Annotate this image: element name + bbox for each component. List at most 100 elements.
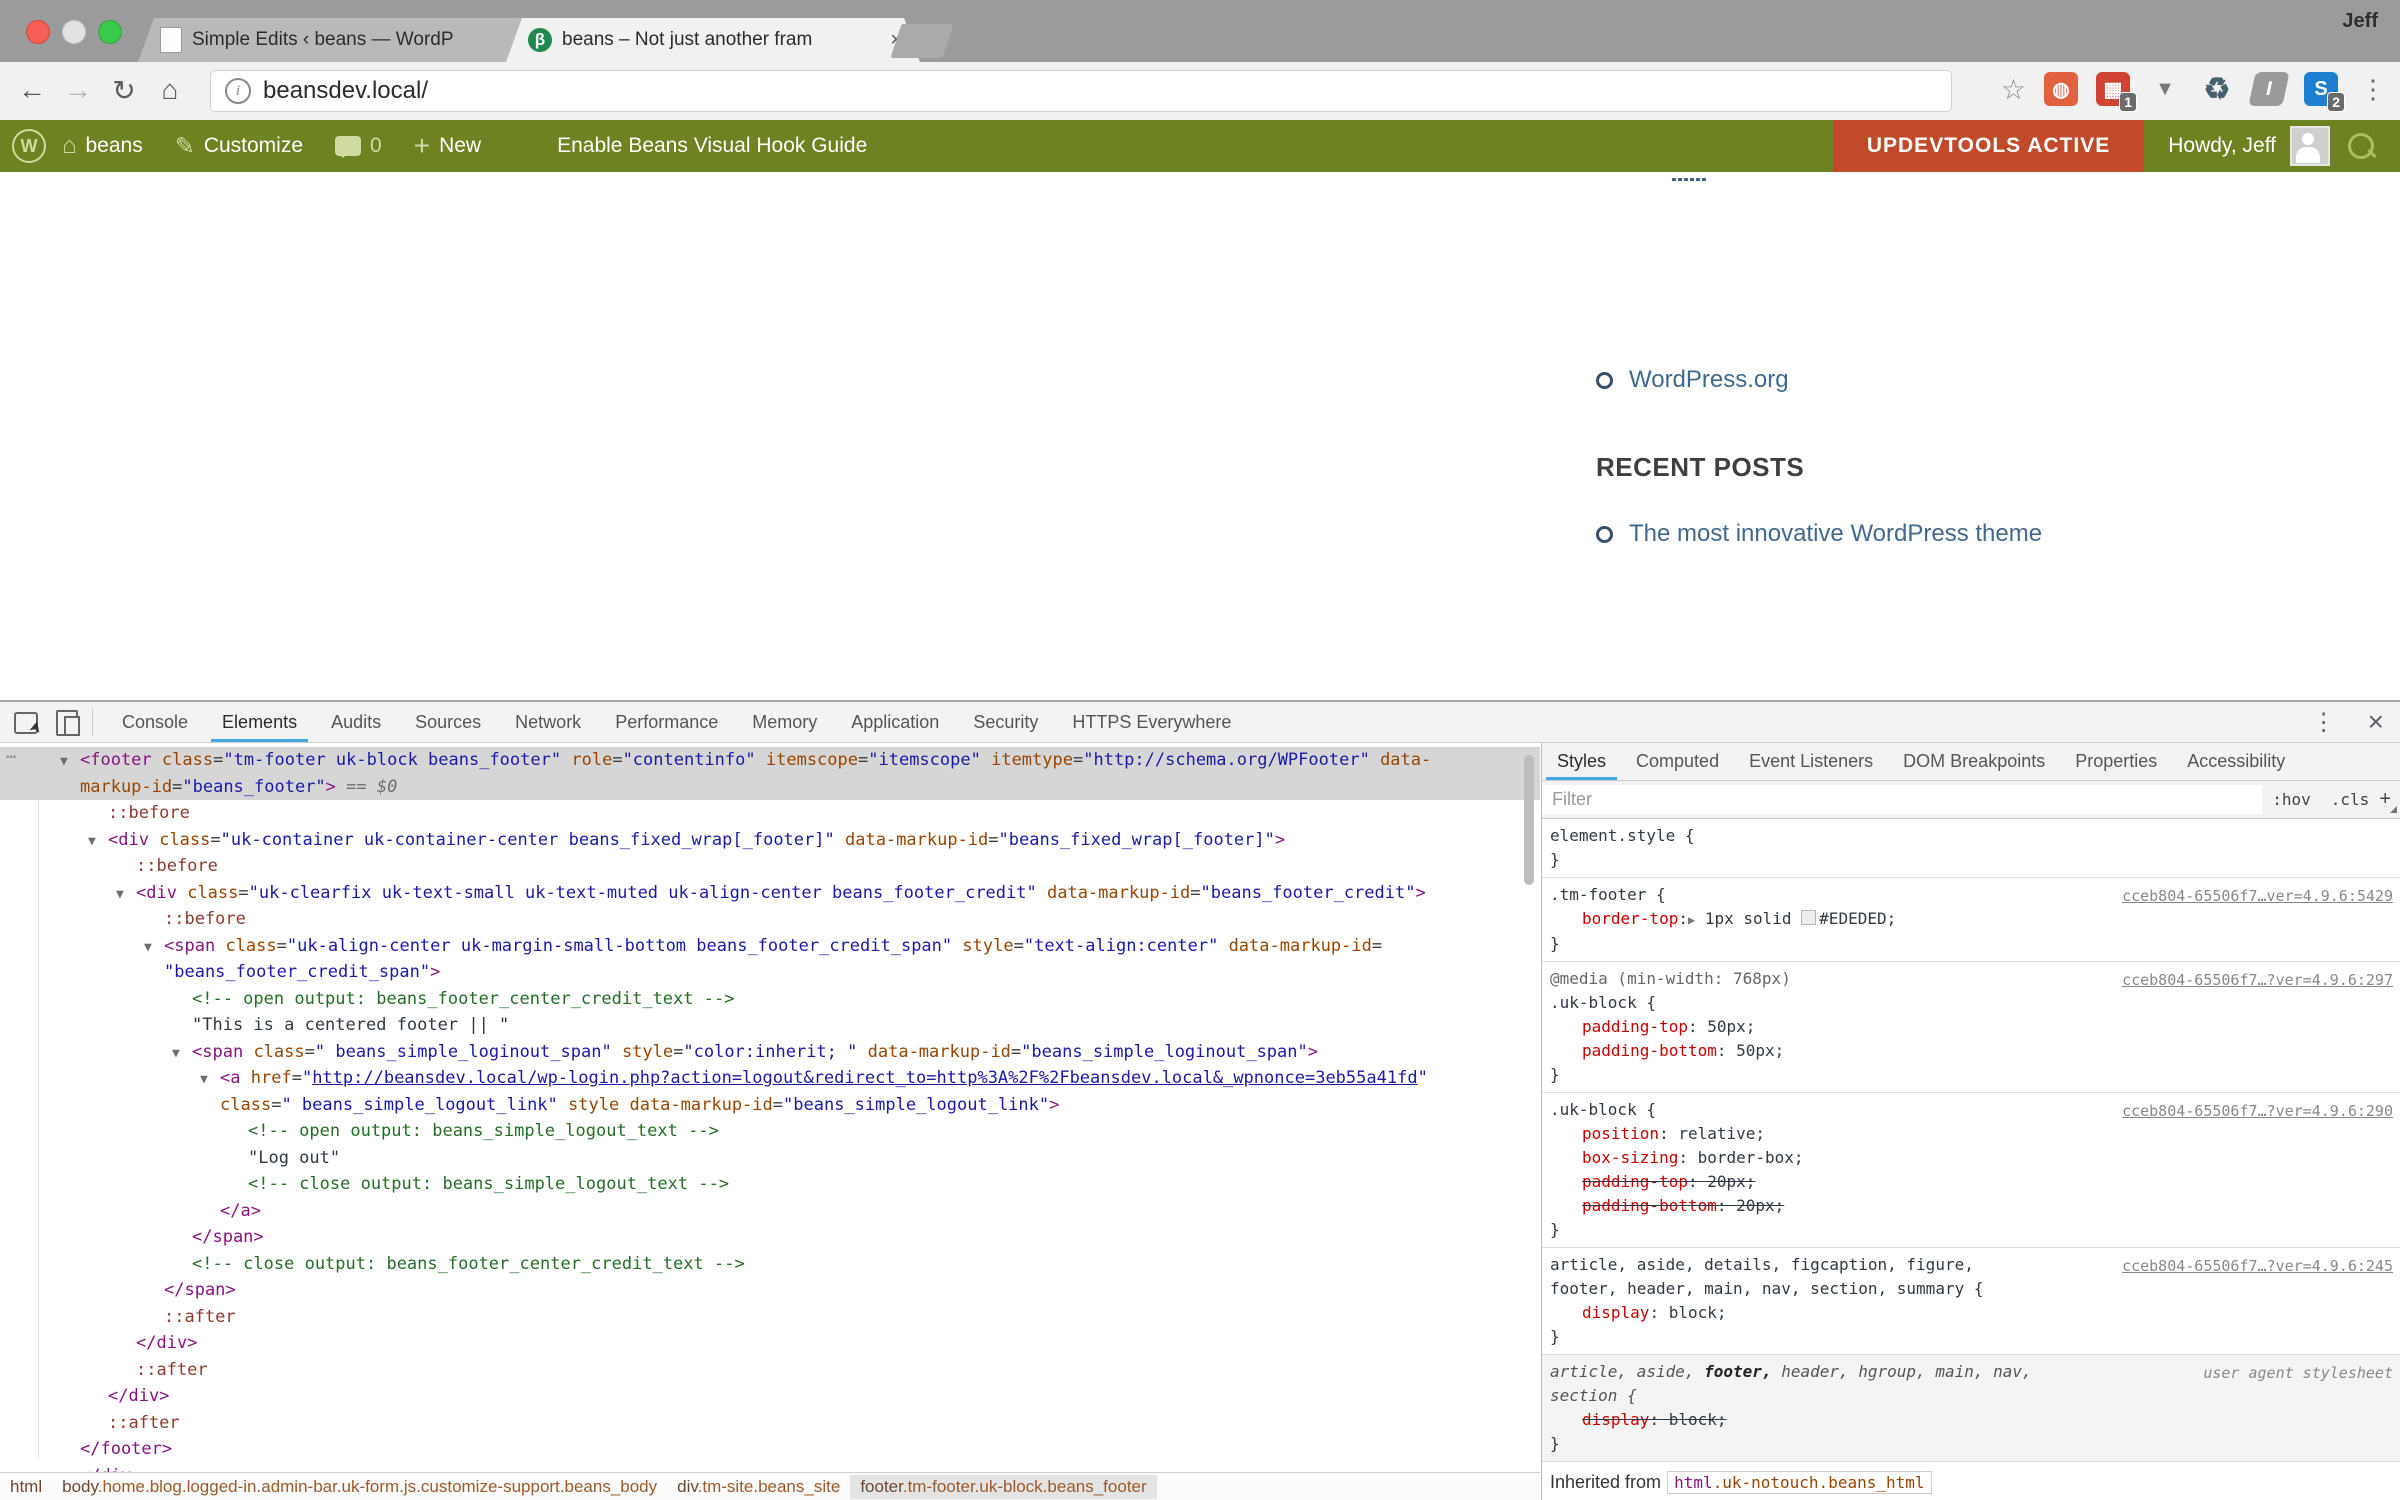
url-text[interactable]: beansdev.local/ — [263, 77, 428, 105]
devtools-tab-network[interactable]: Network — [498, 702, 598, 742]
css-declaration[interactable]: padding-bottom: 50px; — [1550, 1039, 2393, 1063]
address-bar[interactable]: i beansdev.local/ — [210, 70, 1952, 112]
elements-tree-row[interactable]: </div> — [0, 1330, 1540, 1357]
gutter-ellipsis[interactable]: … — [6, 743, 16, 763]
elements-tree-row[interactable]: <!-- close output: beans_footer_center_c… — [0, 1251, 1540, 1278]
devtools-tab-sources[interactable]: Sources — [398, 702, 498, 742]
breadcrumb-item-html[interactable]: html — [0, 1475, 52, 1499]
sidebar-tab-event-listeners[interactable]: Event Listeners — [1734, 743, 1888, 780]
elements-tree-row[interactable]: ::before — [0, 800, 1540, 827]
site-info-icon[interactable]: i — [225, 78, 251, 104]
elements-tree-row[interactable]: "beans_footer_credit_span"> — [0, 959, 1540, 986]
chrome-menu-icon[interactable]: ⋮ — [2360, 74, 2386, 105]
toggle-class-button[interactable]: .cls — [2331, 790, 2370, 809]
elements-tree-row[interactable]: ::before — [0, 906, 1540, 933]
elements-tree-row[interactable]: ::after — [0, 1357, 1540, 1384]
elements-tree-row[interactable]: ::before — [0, 853, 1540, 880]
css-declaration[interactable]: display: block; — [1550, 1408, 2393, 1432]
admin-bar-comments[interactable]: 0 — [335, 134, 382, 158]
css-rule[interactable]: cceb804-65506f7…ver=4.9.6:5429 .tm-footer… — [1542, 878, 2400, 962]
sidebar-tab-dom-breakpoints[interactable]: DOM Breakpoints — [1888, 743, 2060, 780]
elements-tree-row[interactable]: ▼ <div class="uk-container uk-container-c… — [0, 827, 1540, 854]
new-tab-button[interactable] — [890, 24, 954, 58]
new-style-rule-button[interactable]: + — [2379, 788, 2397, 813]
stylesheet-source-link[interactable]: cceb804-65506f7…?ver=4.9.6:290 — [2122, 1099, 2393, 1123]
stylesheet-source-link[interactable]: cceb804-65506f7…?ver=4.9.6:297 — [2122, 968, 2393, 992]
extension-icon-recycle[interactable]: ♻ — [2200, 72, 2234, 106]
css-declaration[interactable]: position: relative; — [1550, 1122, 2393, 1146]
elements-tree-row[interactable]: ▼ <a href="http://beansdev.local/wp-login… — [0, 1065, 1540, 1092]
search-icon[interactable] — [2348, 133, 2374, 159]
sidebar-tab-properties[interactable]: Properties — [2060, 743, 2172, 780]
elements-tree-row[interactable]: markup-id="beans_footer"> == $0 — [0, 773, 1540, 800]
extension-icon-funnel[interactable]: ▼ — [2148, 72, 2182, 106]
admin-bar-howdy[interactable]: Howdy, Jeff — [2168, 134, 2276, 158]
recent-post-link[interactable]: The most innovative WordPress theme — [1629, 520, 2042, 548]
elements-tree-row[interactable]: </div — [0, 1463, 1540, 1473]
admin-bar-new[interactable]: + New — [414, 130, 481, 162]
sidebar-tab-accessibility[interactable]: Accessibility — [2172, 743, 2300, 780]
forward-icon[interactable]: → — [60, 74, 96, 106]
css-rule[interactable]: cceb804-65506f7…?ver=4.9.6:245 article, a… — [1542, 1248, 2400, 1355]
stylesheet-source-link[interactable]: cceb804-65506f7…?ver=4.9.6:245 — [2122, 1254, 2393, 1278]
css-declaration[interactable]: border-top:▶ 1px solid #EDEDED; — [1550, 907, 2393, 932]
devtools-tab-audits[interactable]: Audits — [314, 702, 398, 742]
elements-tree-row[interactable]: </a> — [0, 1198, 1540, 1225]
elements-tree-row[interactable]: "Log out" — [0, 1145, 1540, 1172]
admin-bar-customize[interactable]: ✎ Customize — [175, 132, 303, 161]
elements-tree-row[interactable]: <!-- close output: beans_simple_logout_t… — [0, 1171, 1540, 1198]
extension-icon-1[interactable]: ◍ — [2044, 72, 2078, 106]
elements-tree-row[interactable]: ::after — [0, 1410, 1540, 1437]
extension-icon-2[interactable]: ▦ 1 — [2096, 72, 2137, 112]
breadcrumb-item-div[interactable]: div.tm-site.beans_site — [667, 1475, 850, 1499]
elements-tree-row[interactable]: ▼ <footer class="tm-footer uk-block beans… — [0, 747, 1540, 774]
color-swatch[interactable] — [1801, 910, 1817, 925]
stylesheet-source-link[interactable]: cceb804-65506f7…ver=4.9.6:5429 — [2122, 884, 2393, 908]
elements-tree-row[interactable]: class=" beans_simple_logout_link" style … — [0, 1092, 1540, 1119]
home-icon[interactable]: ⌂ — [152, 74, 188, 106]
reload-icon[interactable]: ↻ — [106, 74, 142, 107]
expand-arrow-icon[interactable]: ▼ — [200, 1067, 220, 1094]
bookmark-star-icon[interactable]: ☆ — [2001, 73, 2026, 106]
devtools-tab-https-everywhere[interactable]: HTTPS Everywhere — [1055, 702, 1248, 742]
css-rule[interactable]: cceb804-65506f7…?ver=4.9.6:297 @media (mi… — [1542, 962, 2400, 1093]
devtools-tab-application[interactable]: Application — [834, 702, 956, 742]
inherited-node-link[interactable]: html.uk-notouch.beans_html — [1667, 1471, 1932, 1494]
zoom-window-button[interactable] — [98, 20, 122, 44]
css-declaration[interactable]: box-sizing: border-box; — [1550, 1146, 2393, 1170]
inspect-element-icon[interactable]: ➤ — [14, 710, 46, 736]
elements-tree-row[interactable]: <!-- open output: beans_simple_logout_te… — [0, 1118, 1540, 1145]
breadcrumb-item-body[interactable]: body.home.blog.logged-in.admin-bar.uk-fo… — [52, 1475, 667, 1499]
minimize-window-button[interactable] — [62, 20, 86, 44]
elements-scrollbar[interactable] — [1524, 755, 1534, 885]
css-rule[interactable]: cceb804-65506f7…?ver=4.9.6:290 .uk-block … — [1542, 1093, 2400, 1248]
toggle-hover-state-button[interactable]: :hov — [2272, 790, 2311, 809]
elements-tree-row[interactable]: ▼ <span class=" beans_simple_loginout_spa… — [0, 1039, 1540, 1066]
elements-tree-row[interactable]: </span> — [0, 1277, 1540, 1304]
elements-tree-row[interactable]: ::after — [0, 1304, 1540, 1331]
devtools-tab-elements[interactable]: Elements — [205, 702, 314, 742]
extension-icon-s[interactable]: S 2 — [2304, 72, 2345, 112]
extension-icon-label[interactable]: I — [2248, 72, 2290, 106]
breadcrumb-item-footer[interactable]: footer.tm-footer.uk-block.beans_footer — [850, 1475, 1157, 1499]
elements-tree-row[interactable]: ▼ <span class="uk-align-center uk-margin-… — [0, 933, 1540, 960]
expand-arrow-icon[interactable]: ▼ — [116, 882, 136, 909]
expand-arrow-icon[interactable]: ▼ — [88, 829, 108, 856]
css-declaration[interactable]: display: block; — [1550, 1301, 2393, 1325]
css-declaration[interactable]: padding-top: 50px; — [1550, 1015, 2393, 1039]
devtools-tab-performance[interactable]: Performance — [598, 702, 735, 742]
expand-arrow-icon[interactable]: ▼ — [172, 1041, 192, 1068]
elements-tree-row[interactable]: "This is a centered footer || " — [0, 1012, 1540, 1039]
elements-tree-row[interactable]: <!-- open output: beans_footer_center_cr… — [0, 986, 1540, 1013]
elements-tree-row[interactable]: </footer> — [0, 1436, 1540, 1463]
expand-arrow-icon[interactable]: ▼ — [144, 935, 164, 962]
sidebar-tab-styles[interactable]: Styles — [1542, 743, 1621, 780]
wordpress-logo-icon[interactable]: W — [12, 129, 46, 163]
devtools-menu-icon[interactable]: ⋮ — [2296, 708, 2352, 737]
styles-filter-input[interactable]: Filter — [1542, 785, 2263, 814]
chrome-profile-name[interactable]: Jeff — [2342, 10, 2378, 33]
user-avatar[interactable] — [2290, 126, 2330, 166]
admin-bar-site-name[interactable]: ⌂ beans — [62, 132, 143, 160]
elements-tree-row[interactable]: </div> — [0, 1383, 1540, 1410]
devtools-close-icon[interactable]: × — [2352, 706, 2400, 738]
